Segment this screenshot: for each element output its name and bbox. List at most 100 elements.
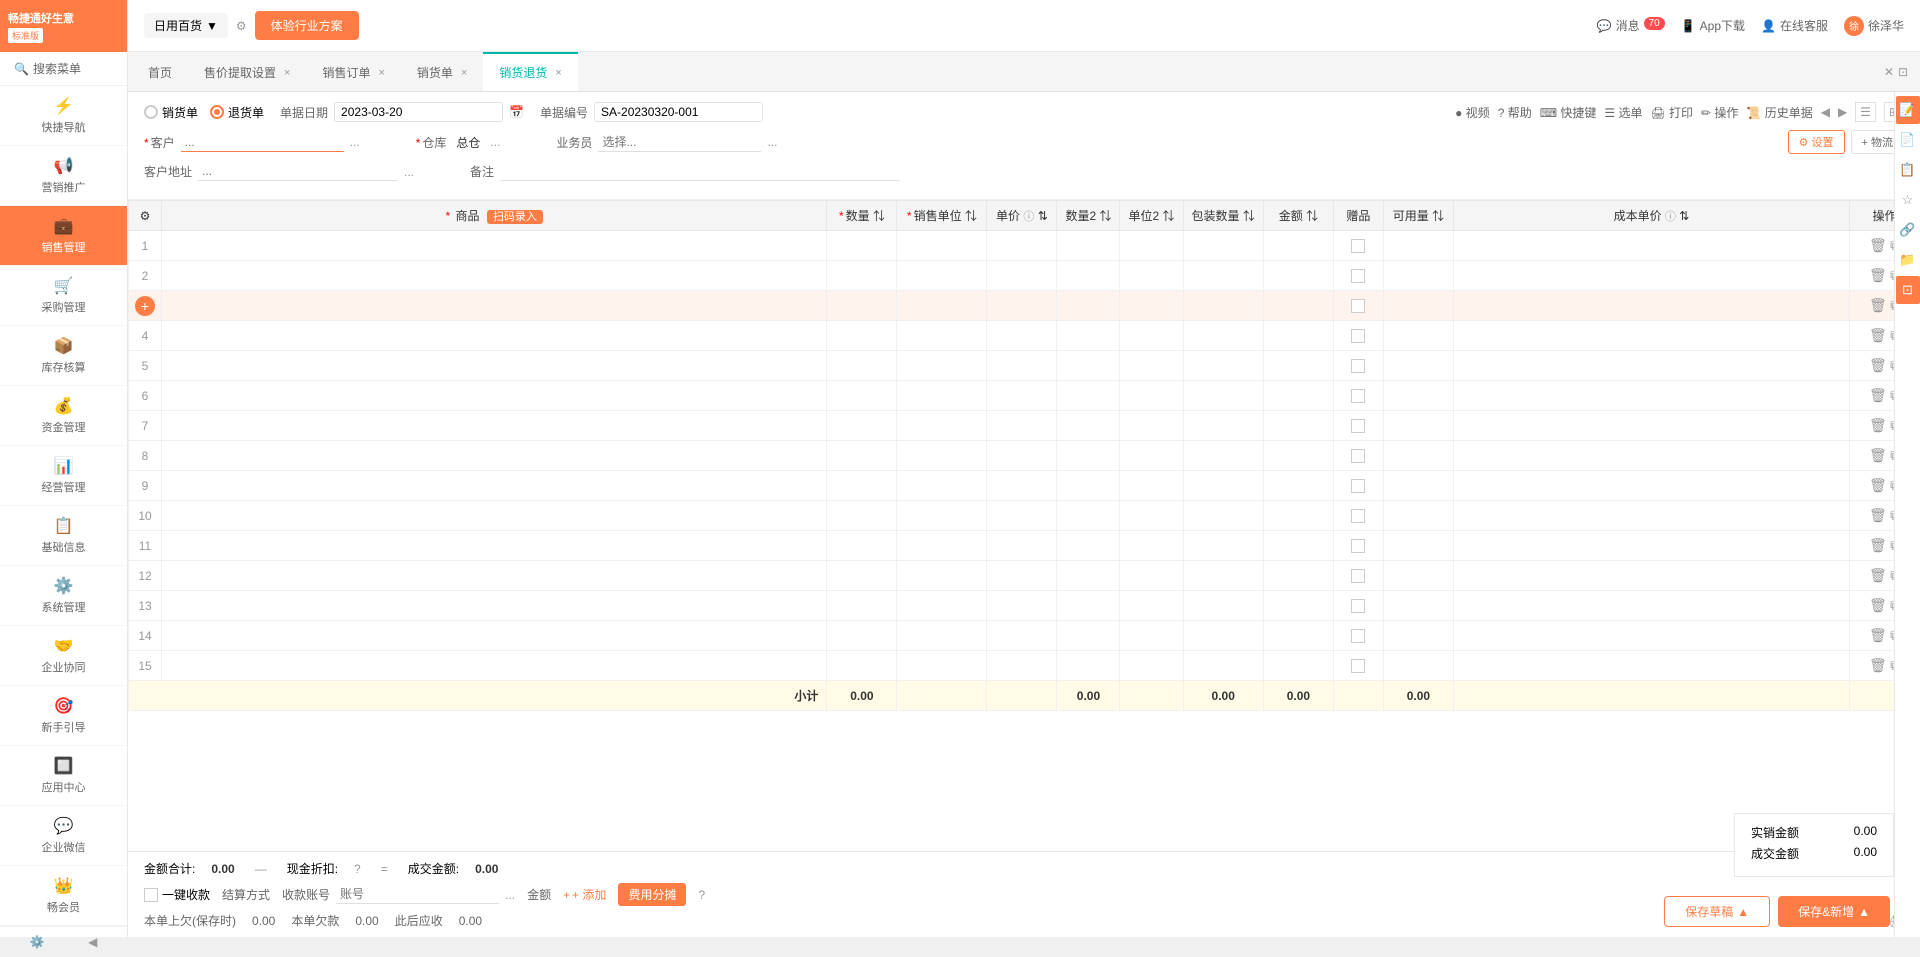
row-6-gift[interactable]: [1333, 381, 1383, 411]
row-4-price[interactable]: [987, 321, 1057, 351]
product-input-13[interactable]: [168, 599, 820, 613]
row-7-amount[interactable]: [1263, 411, 1333, 441]
row-8-cost[interactable]: [1453, 441, 1849, 471]
delete-row-7[interactable]: 🗑: [1869, 417, 1887, 434]
radio-return[interactable]: 退货单: [210, 104, 264, 121]
prev-record-icon[interactable]: ◀: [1821, 105, 1830, 119]
row-3-product[interactable]: [162, 291, 827, 321]
row-3-amount[interactable]: [1263, 291, 1333, 321]
product-input-3[interactable]: [168, 299, 820, 313]
row-4-cost[interactable]: [1453, 321, 1849, 351]
row-5-qty2[interactable]: [1057, 351, 1120, 381]
tab-home[interactable]: 首页: [132, 52, 188, 91]
row-6-unit2[interactable]: [1120, 381, 1183, 411]
fee-help-icon[interactable]: ?: [698, 888, 705, 902]
sidebar-item-finance[interactable]: 💰 资金管理: [0, 386, 127, 446]
product-input-10[interactable]: [168, 509, 820, 523]
row-6-cost[interactable]: [1453, 381, 1849, 411]
row-11-avail[interactable]: [1383, 531, 1453, 561]
gift-checkbox-5[interactable]: [1351, 359, 1365, 373]
row-12-product[interactable]: [162, 561, 827, 591]
row-4-amount[interactable]: [1263, 321, 1333, 351]
row-7-pack[interactable]: [1183, 411, 1263, 441]
list-view-icon[interactable]: ☰: [1855, 102, 1876, 122]
row-2-amount[interactable]: [1263, 261, 1333, 291]
row-12-gift[interactable]: [1333, 561, 1383, 591]
row-9-cost[interactable]: [1453, 471, 1849, 501]
delete-row-6[interactable]: 🗑: [1869, 387, 1887, 404]
row-1-cost[interactable]: [1453, 231, 1849, 261]
row-5-pack[interactable]: [1183, 351, 1263, 381]
row-1-qty[interactable]: [827, 231, 897, 261]
row-4-gift[interactable]: [1333, 321, 1383, 351]
row-1-product[interactable]: [162, 231, 827, 261]
product-input-7[interactable]: [168, 419, 820, 433]
row-14-qty2[interactable]: [1057, 621, 1120, 651]
delete-row-1[interactable]: 🗑: [1869, 237, 1887, 254]
row-7-price[interactable]: [987, 411, 1057, 441]
sidebar-search[interactable]: 🔍 搜索菜单: [0, 52, 127, 86]
sort-pack-icon[interactable]: ⇅: [1243, 209, 1255, 223]
sort-unit-icon[interactable]: ⇅: [965, 209, 977, 223]
row-4-qty[interactable]: [827, 321, 897, 351]
product-input-4[interactable]: [168, 329, 820, 343]
row-15-product[interactable]: [162, 651, 827, 681]
customer-more-icon[interactable]: ...: [350, 135, 360, 149]
row-13-product[interactable]: [162, 591, 827, 621]
sort-amount-icon[interactable]: ⇅: [1306, 209, 1318, 223]
row-13-pack[interactable]: [1183, 591, 1263, 621]
row-12-avail[interactable]: [1383, 561, 1453, 591]
gift-checkbox-12[interactable]: [1351, 569, 1365, 583]
row-8-pack[interactable]: [1183, 441, 1263, 471]
industry-selector[interactable]: 日用百货 ▼: [144, 13, 228, 38]
delete-row-15[interactable]: 🗑: [1869, 657, 1887, 674]
row-6-amount[interactable]: [1263, 381, 1333, 411]
row-11-pack[interactable]: [1183, 531, 1263, 561]
sidebar-item-member[interactable]: 👑 畅会员: [0, 866, 127, 926]
row-2-gift[interactable]: [1333, 261, 1383, 291]
row-7-unit2[interactable]: [1120, 411, 1183, 441]
salesperson-more-icon[interactable]: ...: [767, 135, 777, 149]
row-15-avail[interactable]: [1383, 651, 1453, 681]
row-4-unit2[interactable]: [1120, 321, 1183, 351]
row-5-gift[interactable]: [1333, 351, 1383, 381]
gift-checkbox-15[interactable]: [1351, 659, 1365, 673]
row-13-amount[interactable]: [1263, 591, 1333, 621]
sidebar-item-system[interactable]: ⚙️ 系统管理: [0, 566, 127, 626]
row-3-avail[interactable]: [1383, 291, 1453, 321]
row-2-unit[interactable]: [897, 261, 987, 291]
row-1-price[interactable]: [987, 231, 1057, 261]
sort-cost-icon[interactable]: ⇅: [1679, 209, 1689, 223]
row-3-cost[interactable]: [1453, 291, 1849, 321]
help-cash-icon[interactable]: ?: [354, 862, 361, 876]
right-panel-btn-3[interactable]: 📋: [1896, 156, 1920, 184]
row-2-unit2[interactable]: [1120, 261, 1183, 291]
delete-row-3[interactable]: 🗑: [1869, 297, 1887, 314]
row-8-qty[interactable]: [827, 441, 897, 471]
delete-row-11[interactable]: 🗑: [1869, 537, 1887, 554]
row-8-qty2[interactable]: [1057, 441, 1120, 471]
gift-checkbox-3[interactable]: [1351, 299, 1365, 313]
row-3-pack[interactable]: [1183, 291, 1263, 321]
th-settings[interactable]: ⚙: [129, 201, 162, 231]
gift-checkbox-1[interactable]: [1351, 239, 1365, 253]
add-row-btn[interactable]: +: [135, 296, 155, 316]
delete-row-9[interactable]: 🗑: [1869, 477, 1887, 494]
row-9-avail[interactable]: [1383, 471, 1453, 501]
gift-checkbox-9[interactable]: [1351, 479, 1365, 493]
row-13-cost[interactable]: [1453, 591, 1849, 621]
close-tab-sales-order[interactable]: ×: [378, 67, 384, 79]
row-10-cost[interactable]: [1453, 501, 1849, 531]
row-9-product[interactable]: [162, 471, 827, 501]
row-6-price[interactable]: [987, 381, 1057, 411]
sort-qty2-icon[interactable]: ⇅: [1099, 209, 1111, 223]
row-13-avail[interactable]: [1383, 591, 1453, 621]
row-12-price[interactable]: [987, 561, 1057, 591]
row-3-qty[interactable]: [827, 291, 897, 321]
row-15-unit[interactable]: [897, 651, 987, 681]
row-8-gift[interactable]: [1333, 441, 1383, 471]
tab-sales-order[interactable]: 销售订单 ×: [306, 52, 400, 91]
sidebar-item-operations[interactable]: 📊 经营管理: [0, 446, 127, 506]
row-9-qty[interactable]: [827, 471, 897, 501]
row-14-gift[interactable]: [1333, 621, 1383, 651]
